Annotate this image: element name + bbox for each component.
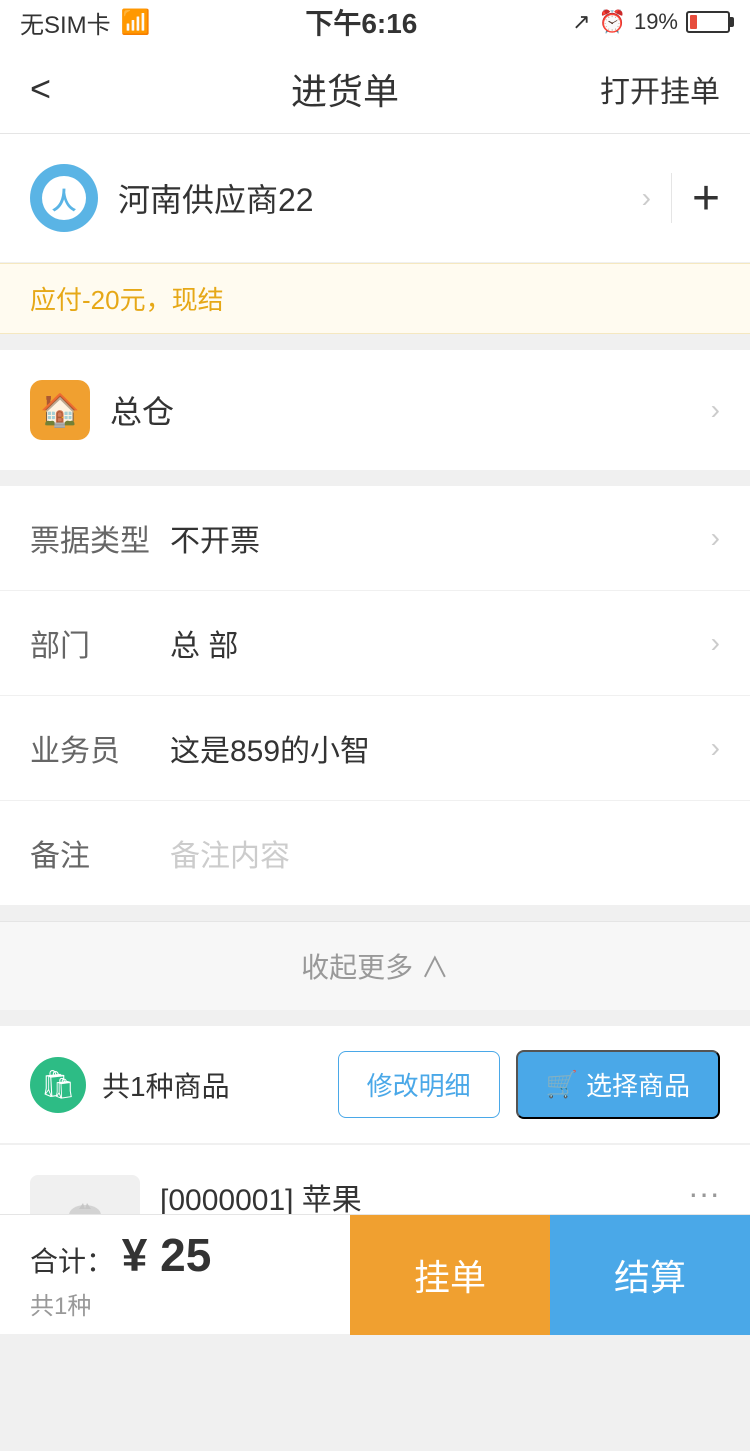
supplier-avatar: 人 (30, 164, 98, 232)
sales-label: 业务员 (30, 726, 170, 770)
page-title: 进货单 (291, 63, 399, 115)
warehouse-chevron-icon: › (711, 394, 720, 426)
bottom-bar: 合计： ¥ 25 共1种 挂单 结算 (0, 1214, 750, 1334)
back-button[interactable]: < (30, 68, 90, 110)
product-title: 苹果 (302, 1184, 362, 1217)
select-product-label: 选择商品 (586, 1066, 690, 1103)
remark-row[interactable]: 备注 备注内容 (0, 801, 750, 905)
nav-bar: < 进货单 打开挂单 (0, 44, 750, 134)
supplier-row[interactable]: 人 河南供应商22 › + (0, 134, 750, 263)
invoice-row[interactable]: 票据类型 不开票 › (0, 486, 750, 591)
bottom-spacer (0, 1331, 750, 1451)
product-more-button[interactable]: ··· (660, 1175, 720, 1212)
invoice-chevron-icon: › (711, 522, 720, 554)
status-right: ↗ ⏰ 19% (572, 9, 730, 35)
warehouse-name: 总仓 (110, 387, 701, 433)
cart-icon: 🛒 (546, 1069, 578, 1100)
product-cart-icon: 🛍 (30, 1057, 86, 1113)
warehouse-icon: 🏠 (30, 380, 90, 440)
supplier-divider (671, 173, 672, 223)
dept-value: 总 部 (170, 621, 701, 665)
invoice-value: 不开票 (170, 516, 701, 560)
wifi-icon: 📶 (121, 8, 151, 37)
supplier-section: 人 河南供应商22 › + 应付-20元，现结 (0, 134, 750, 334)
form-section: 票据类型 不开票 › 部门 总 部 › 业务员 这是859的小智 › 备注 备注… (0, 486, 750, 905)
total-section: 合计： ¥ 25 共1种 (0, 1228, 350, 1321)
supplier-name: 河南供应商22 (118, 175, 632, 221)
collapse-row[interactable]: 收起更多 ∧ (0, 921, 750, 1010)
sales-chevron-icon: › (711, 732, 720, 764)
pending-button[interactable]: 挂单 (350, 1215, 550, 1335)
dept-chevron-icon: › (711, 627, 720, 659)
total-label: 合计： (30, 1246, 114, 1277)
carrier-label: 无SIM卡 (20, 5, 111, 40)
location-icon: ↗ (572, 9, 590, 35)
sales-row[interactable]: 业务员 这是859的小智 › (0, 696, 750, 801)
checkout-button[interactable]: 结算 (550, 1215, 750, 1335)
edit-details-button[interactable]: 修改明细 (338, 1051, 500, 1118)
select-product-button[interactable]: 🛒 选择商品 (516, 1050, 720, 1119)
dept-row[interactable]: 部门 总 部 › (0, 591, 750, 696)
sales-value: 这是859的小智 (170, 726, 701, 770)
remark-label: 备注 (30, 831, 170, 875)
products-header: 🛍 共1种商品 修改明细 🛒 选择商品 (0, 1026, 750, 1144)
battery-percent: 19% (634, 9, 678, 35)
total-sub: 共1种 (30, 1286, 320, 1321)
product-name: [0000001] 苹果 (160, 1175, 660, 1219)
avatar-inner: 人 (42, 176, 86, 220)
total-line: 合计： ¥ 25 (30, 1228, 320, 1282)
warehouse-row[interactable]: 🏠 总仓 › (0, 350, 750, 470)
product-code: [0000001] (160, 1184, 302, 1217)
battery-fill (690, 15, 697, 29)
supplier-chevron-icon: › (642, 182, 651, 214)
dept-label: 部门 (30, 621, 170, 665)
status-time: 下午6:16 (305, 2, 417, 42)
remark-input[interactable]: 备注内容 (170, 831, 720, 875)
open-pending-button[interactable]: 打开挂单 (600, 67, 720, 111)
notice-text: 应付-20元，现结 (30, 285, 224, 315)
add-supplier-button[interactable]: + (692, 171, 720, 226)
alarm-icon: ⏰ (599, 9, 626, 35)
notice-bar: 应付-20元，现结 (0, 263, 750, 334)
status-bar: 无SIM卡 📶 下午6:16 ↗ ⏰ 19% (0, 0, 750, 44)
product-count-label: 共1种商品 (102, 1065, 338, 1105)
total-amount: ¥ 25 (122, 1229, 212, 1281)
status-left: 无SIM卡 📶 (20, 5, 151, 40)
invoice-label: 票据类型 (30, 516, 170, 560)
warehouse-section: 🏠 总仓 › (0, 350, 750, 470)
collapse-label: 收起更多 ∧ (301, 952, 449, 983)
battery-icon (686, 11, 730, 33)
